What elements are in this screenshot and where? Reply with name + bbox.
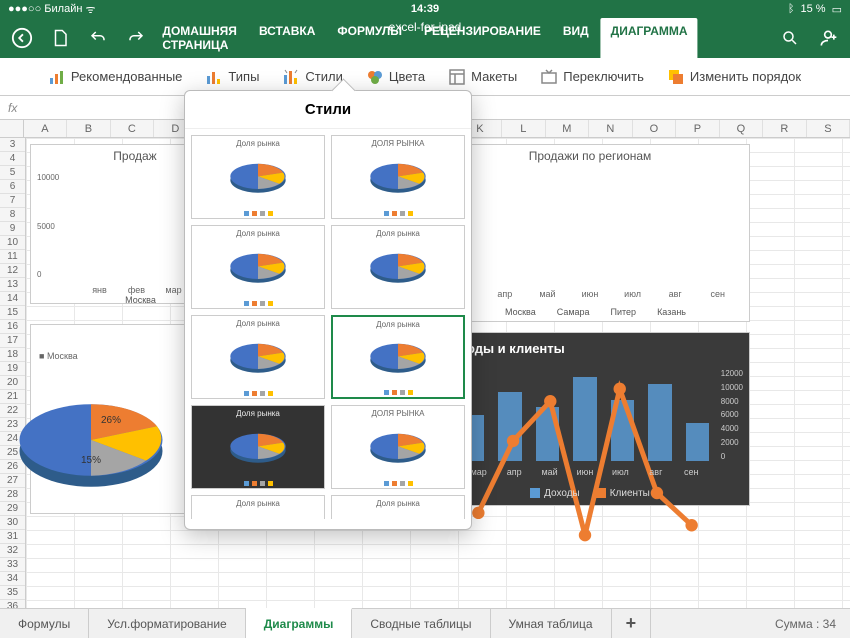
sheet-tab-bar: Формулы Усл.форматирование Диаграммы Сво… [0, 608, 850, 638]
ribbon-types[interactable]: Типы [206, 69, 259, 85]
style-thumbnail[interactable]: ДОЛЯ РЫНКА [331, 405, 465, 489]
ios-status-bar: ●●●○○ Билайн ᯤ 14:39 ᛒ 15 % ▭ [0, 0, 850, 18]
style-grid[interactable]: Доля рынкаДОЛЯ РЫНКАДоля рынкаДоля рынка… [185, 129, 471, 519]
tab-formulas[interactable]: ФОРМУЛЫ [327, 18, 412, 58]
ribbon-switch[interactable]: Переключить [541, 69, 644, 85]
pie-render [1, 385, 181, 495]
status-battery: 15 % [801, 3, 826, 15]
sheet-tab[interactable]: Диаграммы [246, 608, 353, 638]
col-header[interactable]: L [502, 120, 546, 137]
fx-label: fx [8, 101, 17, 115]
tab-home[interactable]: ДОМАШНЯЯ СТРАНИЦА [152, 18, 247, 58]
col-header[interactable]: Q [720, 120, 764, 137]
back-button[interactable] [8, 24, 36, 52]
col-header[interactable]: S [807, 120, 850, 137]
add-sheet-button[interactable]: + [612, 609, 652, 638]
sheet-tab[interactable]: Умная таблица [491, 609, 612, 638]
file-icon[interactable] [46, 24, 74, 52]
style-thumbnail[interactable]: Доля рынка [191, 495, 325, 519]
ribbon-colors[interactable]: Цвета [367, 69, 425, 85]
chart-income-clients[interactable]: Доходы и клиенты марапрмайиюниюлавгсен 0… [430, 332, 750, 506]
ribbon-styles[interactable]: Стили [283, 69, 342, 85]
search-button[interactable] [776, 24, 804, 52]
chart-sales-regions[interactable]: Продажи по регионам марапрмайиюниюлавгсе… [430, 144, 750, 322]
status-carrier: Билайн [44, 3, 82, 15]
tab-chart[interactable]: ДИАГРАММА [601, 18, 698, 58]
style-thumbnail[interactable]: Доля рынка [331, 315, 465, 399]
status-signal-dots: ●●●○○ [8, 3, 41, 15]
col-header[interactable]: M [546, 120, 590, 137]
style-thumbnail[interactable]: Доля рынка [191, 135, 325, 219]
style-thumbnail[interactable]: Доля рынка [191, 225, 325, 309]
col-header[interactable]: R [763, 120, 807, 137]
tab-insert[interactable]: ВСТАВКА [249, 18, 325, 58]
layouts-icon [449, 69, 465, 85]
app-title-bar: excel-for-ipad ДОМАШНЯЯ СТРАНИЦА ВСТАВКА… [0, 18, 850, 58]
ribbon-recommended[interactable]: Рекомендованные [49, 69, 182, 85]
style-thumbnail[interactable]: Доля рынка [191, 405, 325, 489]
wifi-icon: ᯤ [85, 2, 95, 17]
chart-title: Доходы и клиенты [431, 333, 749, 364]
undo-button[interactable] [84, 24, 112, 52]
chart-styles-icon [283, 69, 299, 85]
reorder-icon [668, 69, 684, 85]
col-header[interactable]: B [67, 120, 111, 137]
colors-icon [367, 69, 383, 85]
chart-styles-popover: Стили Доля рынкаДОЛЯ РЫНКАДоля рынкаДоля… [184, 90, 472, 530]
sheet-tab[interactable]: Сводные таблицы [352, 609, 490, 638]
recommended-icon [49, 69, 65, 85]
switch-icon [541, 69, 557, 85]
style-thumbnail[interactable]: Доля рынка [331, 225, 465, 309]
status-sum: Сумма : 34 [761, 609, 850, 638]
col-header[interactable]: P [676, 120, 720, 137]
chart-title: Продажи по регионам [431, 145, 749, 167]
ribbon-reorder[interactable]: Изменить порядок [668, 69, 801, 85]
col-header[interactable]: N [589, 120, 633, 137]
tab-view[interactable]: ВИД [553, 18, 599, 58]
sheet-tab[interactable]: Усл.форматирование [89, 609, 246, 638]
col-header[interactable]: O [633, 120, 677, 137]
style-thumbnail[interactable]: Доля рынка [191, 315, 325, 399]
style-thumbnail[interactable]: Доля рынка [331, 495, 465, 519]
ribbon-layouts[interactable]: Макеты [449, 69, 517, 85]
col-header[interactable]: A [24, 120, 68, 137]
chart-types-icon [206, 69, 222, 85]
battery-icon: ▭ [832, 3, 842, 16]
row-headers: 3456789101112131415161718192021222324252… [0, 138, 26, 608]
style-thumbnail[interactable]: ДОЛЯ РЫНКА [331, 135, 465, 219]
col-header[interactable]: C [111, 120, 155, 137]
main-tab-bar: ДОМАШНЯЯ СТРАНИЦА ВСТАВКА ФОРМУЛЫ РЕЦЕНЗ… [152, 18, 697, 58]
redo-button[interactable] [122, 24, 150, 52]
status-time: 14:39 [411, 3, 439, 15]
popover-title: Стили [185, 91, 471, 129]
bluetooth-icon: ᛒ [788, 3, 795, 15]
sheet-tab[interactable]: Формулы [0, 609, 89, 638]
share-button[interactable] [814, 24, 842, 52]
tab-review[interactable]: РЕЦЕНЗИРОВАНИЕ [414, 18, 551, 58]
